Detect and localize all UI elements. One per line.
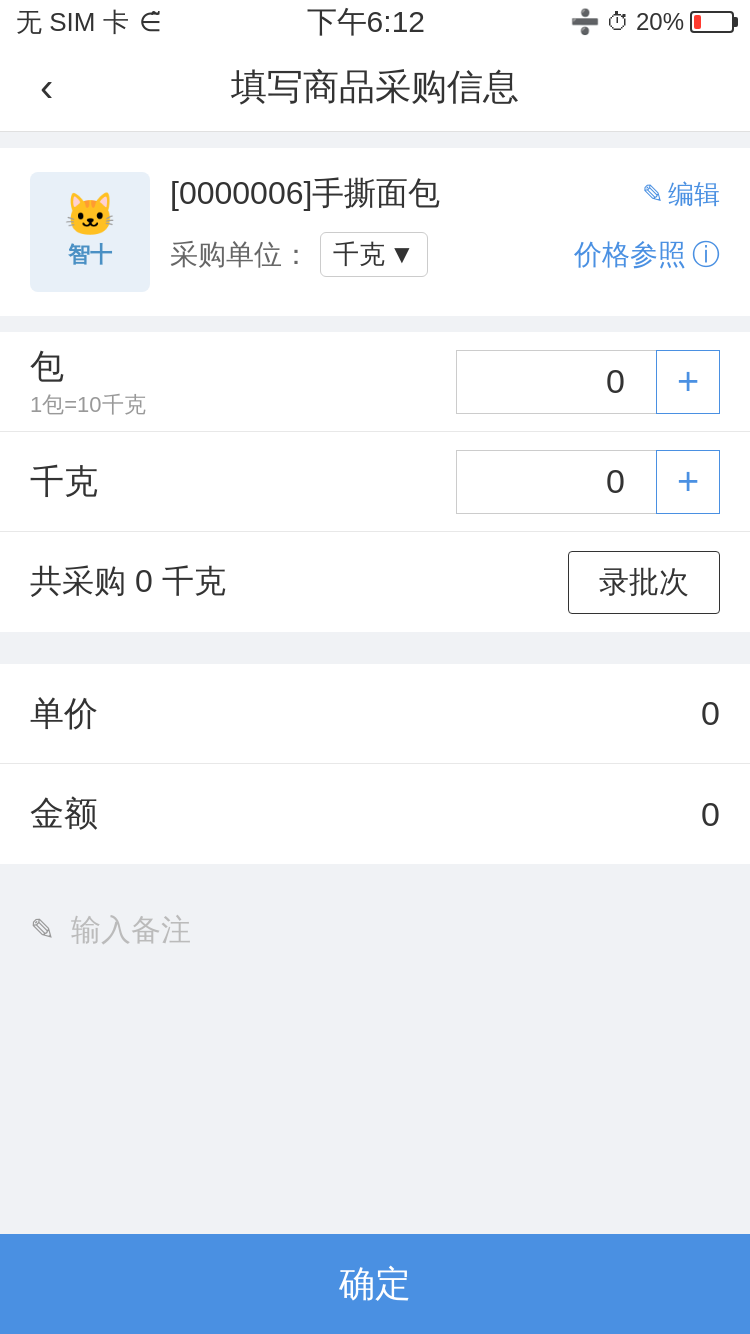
- product-info-bottom: 采购单位： 千克 ▼ 价格参照 ⓘ: [170, 232, 720, 277]
- page-title: 填写商品采购信息: [231, 63, 519, 112]
- product-image-inner: 🐱 智十: [64, 194, 116, 270]
- unit-price-label: 单价: [30, 691, 98, 737]
- nav-bar: ‹ 填写商品采购信息: [0, 44, 750, 132]
- edit-label: 编辑: [668, 177, 720, 212]
- sim-text: 无 SIM 卡: [16, 5, 129, 40]
- back-button[interactable]: ‹: [30, 55, 63, 120]
- confirm-button[interactable]: 确定: [0, 1234, 750, 1334]
- amount-value: 0: [701, 795, 720, 834]
- kg-label: 千克: [30, 459, 150, 505]
- summary-text: 共采购 0 千克: [30, 560, 226, 604]
- purchase-unit: 采购单位： 千克 ▼: [170, 232, 428, 277]
- price-reference-button[interactable]: 价格参照 ⓘ: [574, 236, 720, 274]
- bao-label: 包 1包=10千克: [30, 344, 150, 420]
- bao-label-main: 包: [30, 344, 150, 390]
- owl-icon: 🐱: [64, 194, 116, 236]
- input-section: 包 1包=10千克 + 千克 + 共采购 0 千克 录批次: [0, 332, 750, 632]
- status-left: 无 SIM 卡 ∈̃: [16, 5, 162, 40]
- batch-button[interactable]: 录批次: [568, 551, 720, 614]
- section-divider-2: [0, 632, 750, 648]
- alarm-icon: ⏱: [606, 8, 630, 36]
- status-time: 下午6:12: [307, 2, 425, 43]
- edit-icon: ✎: [642, 179, 664, 210]
- kg-qty-input[interactable]: [456, 450, 656, 514]
- kg-input-row: 千克 +: [0, 432, 750, 532]
- product-name: [0000006]手撕面包: [170, 172, 440, 216]
- bao-qty-wrap: +: [456, 350, 720, 414]
- product-image: 🐱 智十: [30, 172, 150, 292]
- section-divider-1: [0, 316, 750, 332]
- unit-price-row: 单价 0: [0, 664, 750, 764]
- bao-qty-input[interactable]: [456, 350, 656, 414]
- bao-plus-button[interactable]: +: [656, 350, 720, 414]
- price-ref-label: 价格参照: [574, 236, 686, 274]
- pencil-icon: ✎: [30, 912, 55, 947]
- kg-plus-button[interactable]: +: [656, 450, 720, 514]
- amount-row: 金额 0: [0, 764, 750, 864]
- bao-label-sub: 1包=10千克: [30, 390, 150, 420]
- amount-label: 金额: [30, 791, 98, 837]
- edit-button[interactable]: ✎ 编辑: [642, 177, 720, 212]
- kg-qty-wrap: +: [456, 450, 720, 514]
- kg-label-main: 千克: [30, 459, 150, 505]
- product-info: [0000006]手撕面包 ✎ 编辑 采购单位： 千克 ▼ 价格参照 ⓘ: [170, 172, 720, 277]
- status-bar: 无 SIM 卡 ∈̃ 下午6:12 ➗ ⏱ 20%: [0, 0, 750, 44]
- unit-label: 采购单位：: [170, 236, 310, 274]
- product-info-top: [0000006]手撕面包 ✎ 编辑: [170, 172, 720, 216]
- notes-placeholder: 输入备注: [71, 910, 191, 951]
- chevron-down-icon: ▼: [389, 239, 415, 270]
- info-icon: ⓘ: [692, 236, 720, 274]
- wifi-icon: ∈̃: [139, 7, 162, 38]
- unit-price-value: 0: [701, 694, 720, 733]
- status-right: ➗ ⏱ 20%: [570, 8, 734, 36]
- price-section: 单价 0 金额 0: [0, 664, 750, 864]
- product-card: 🐱 智十 [0000006]手撕面包 ✎ 编辑 采购单位： 千克 ▼ 价格参照 …: [0, 148, 750, 316]
- summary-row: 共采购 0 千克 录批次: [0, 532, 750, 632]
- location-icon: ➗: [570, 8, 600, 36]
- battery-percent: 20%: [636, 8, 684, 36]
- battery-icon: [690, 11, 734, 33]
- bao-input-row: 包 1包=10千克 +: [0, 332, 750, 432]
- unit-select-button[interactable]: 千克 ▼: [320, 232, 428, 277]
- owl-text: 智十: [68, 240, 112, 270]
- unit-value: 千克: [333, 237, 385, 272]
